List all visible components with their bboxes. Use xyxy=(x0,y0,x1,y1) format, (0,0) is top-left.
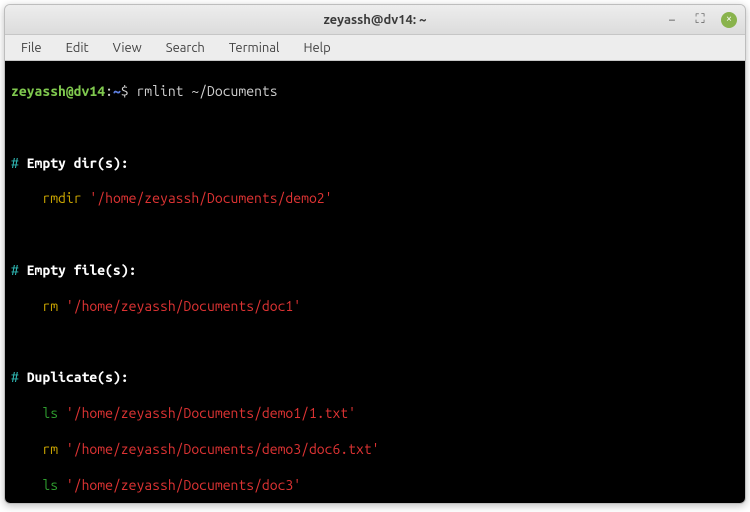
path: '/home/zeyassh/Documents/demo1/1.txt' xyxy=(66,405,356,421)
empty-files-item: rm '/home/zeyassh/Documents/doc1' xyxy=(11,298,739,316)
menu-help[interactable]: Help xyxy=(293,39,340,57)
menu-file[interactable]: File xyxy=(11,39,52,57)
empty-dirs-item: rmdir '/home/zeyassh/Documents/demo2' xyxy=(11,190,739,208)
hash-icon: # xyxy=(11,155,27,171)
typed-command: rmlint ~/Documents xyxy=(136,83,277,99)
menu-search[interactable]: Search xyxy=(156,39,215,57)
duplicate-item: ls '/home/zeyassh/Documents/demo1/1.txt' xyxy=(11,405,739,423)
path: '/home/zeyassh/Documents/doc1' xyxy=(66,298,301,314)
op-rm: rm xyxy=(42,298,58,314)
op-rmdir: rmdir xyxy=(42,190,81,206)
section-duplicates-header: # Duplicate(s): xyxy=(11,369,739,387)
menu-edit[interactable]: Edit xyxy=(56,39,99,57)
op-rm: rm xyxy=(42,441,58,457)
window-controls: − ⛶ × xyxy=(665,5,737,34)
prompt-user: zeyassh@dv14 xyxy=(11,83,105,99)
section-empty-files-header: # Empty file(s): xyxy=(11,262,739,280)
blank-line xyxy=(11,226,739,244)
hash-icon: # xyxy=(11,262,27,278)
section-title: Empty dir(s): xyxy=(27,155,129,171)
terminal-body[interactable]: zeyassh@dv14:~$ rmlint ~/Documents # Emp… xyxy=(5,61,745,503)
prompt-colon: : xyxy=(105,83,113,99)
prompt-path: ~ xyxy=(113,83,121,99)
section-title: Empty file(s): xyxy=(27,262,137,278)
blank-line xyxy=(11,119,739,137)
menu-terminal[interactable]: Terminal xyxy=(219,39,290,57)
hash-icon: # xyxy=(11,369,27,385)
op-ls: ls xyxy=(42,405,58,421)
window-title: zeyassh@dv14: ~ xyxy=(323,13,426,27)
section-empty-dirs-header: # Empty dir(s): xyxy=(11,155,739,173)
section-title: Duplicate(s): xyxy=(27,369,129,385)
path: '/home/zeyassh/Documents/doc3' xyxy=(66,477,301,493)
minimize-button[interactable]: − xyxy=(665,13,679,27)
menu-view[interactable]: View xyxy=(103,39,152,57)
menubar: File Edit View Search Terminal Help xyxy=(5,35,745,61)
close-button[interactable]: × xyxy=(721,12,737,28)
titlebar: zeyassh@dv14: ~ − ⛶ × xyxy=(5,5,745,35)
blank-line xyxy=(11,334,739,352)
path: '/home/zeyassh/Documents/demo2' xyxy=(89,190,332,206)
prompt-dollar: $ xyxy=(121,83,137,99)
prompt-line-1: zeyassh@dv14:~$ rmlint ~/Documents xyxy=(11,83,739,101)
op-ls: ls xyxy=(42,477,58,493)
terminal-window: zeyassh@dv14: ~ − ⛶ × File Edit View Sea… xyxy=(4,4,746,504)
duplicate-item: ls '/home/zeyassh/Documents/doc3' xyxy=(11,477,739,495)
duplicate-item: rm '/home/zeyassh/Documents/demo3/doc6.t… xyxy=(11,441,739,459)
maximize-button[interactable]: ⛶ xyxy=(693,13,707,27)
path: '/home/zeyassh/Documents/demo3/doc6.txt' xyxy=(66,441,380,457)
